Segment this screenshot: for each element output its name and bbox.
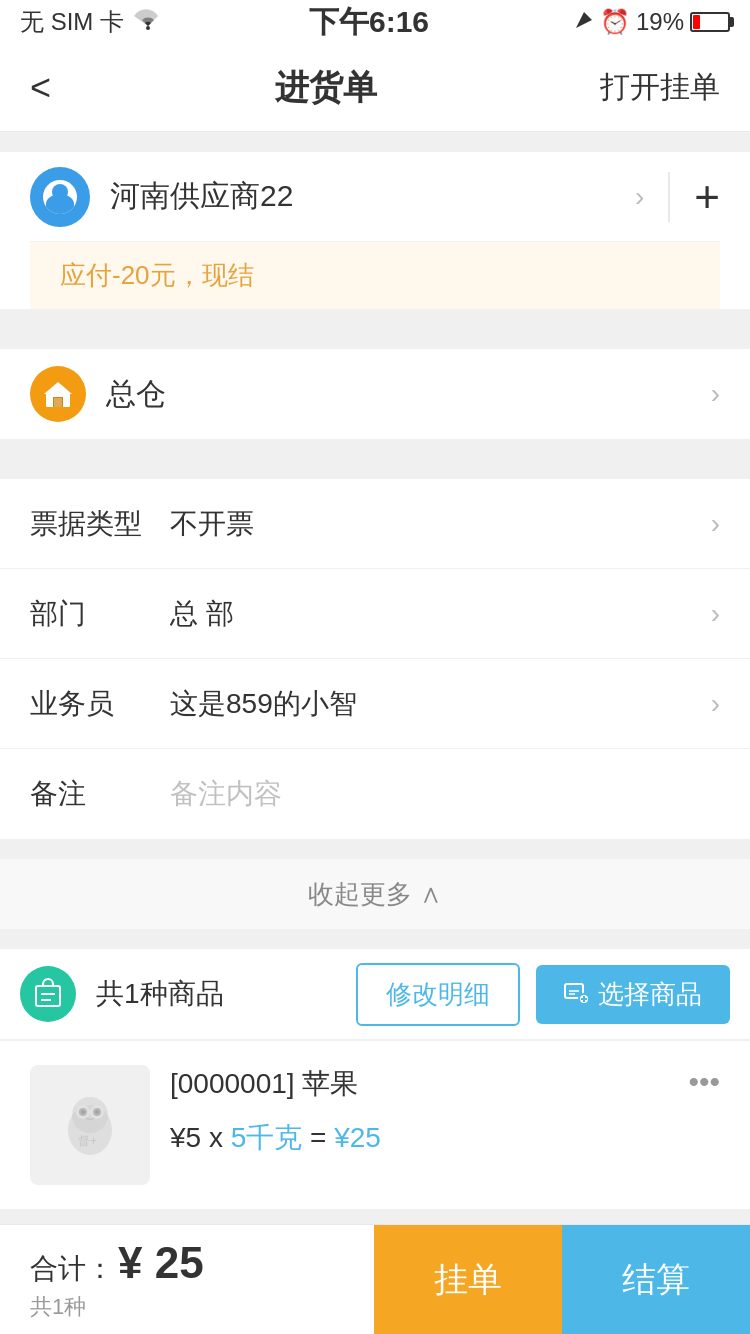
supplier-row[interactable]: 河南供应商22 › +: [30, 152, 720, 242]
total-amount: ¥ 25: [118, 1238, 204, 1288]
wifi-icon: [132, 8, 164, 36]
product-more-button[interactable]: •••: [688, 1065, 720, 1099]
remark-label: 备注: [30, 775, 170, 813]
total-section: 合计： ¥ 25 共1种: [0, 1238, 374, 1322]
svg-marker-3: [44, 382, 72, 394]
supplier-section: 河南供应商22 › + 应付-20元，现结: [0, 152, 750, 309]
edit-detail-button[interactable]: 修改明细: [356, 963, 520, 1026]
pending-button[interactable]: 挂单: [374, 1225, 562, 1335]
supplier-notice: 应付-20元，现结: [30, 242, 720, 309]
svg-point-20: [81, 1110, 85, 1114]
dept-label: 部门: [30, 595, 170, 633]
collapse-bar[interactable]: 收起更多 ∧: [0, 859, 750, 929]
alarm-icon: ⏰: [600, 8, 630, 36]
chevron-right-icon: ›: [711, 378, 720, 410]
nav-bar: < 进货单 打开挂单: [0, 44, 750, 132]
total-label: 合计：: [30, 1250, 114, 1288]
page-title: 进货单: [275, 65, 377, 111]
warehouse-icon: [30, 366, 86, 422]
location-icon: [574, 8, 594, 36]
total-count: 共1种: [30, 1292, 344, 1322]
status-bar: 无 SIM 卡 下午6:16 ⏰ 19%: [0, 0, 750, 44]
select-product-button[interactable]: 选择商品: [536, 965, 730, 1024]
checkout-button[interactable]: 结算: [562, 1225, 750, 1335]
remark-row[interactable]: 备注 备注内容: [0, 749, 750, 839]
warehouse-name: 总仓: [106, 374, 711, 415]
product-item: 督+ [0000001] 苹果 ¥5 x 5千克 = ¥25 •••: [0, 1041, 750, 1209]
product-info: [0000001] 苹果 ¥5 x 5千克 = ¥25: [170, 1065, 668, 1157]
products-header: 共1种商品 修改明细 选择商品: [0, 949, 750, 1039]
section-gap-3: [0, 439, 750, 459]
carrier-text: 无 SIM 卡: [20, 6, 124, 38]
time-display: 下午6:16: [309, 2, 429, 43]
product-price: ¥5 x 5千克 = ¥25: [170, 1119, 668, 1157]
bottom-bar: 合计： ¥ 25 共1种 挂单 结算: [0, 1224, 750, 1334]
svg-text:督+: 督+: [78, 1134, 97, 1148]
battery-percent: 19%: [636, 8, 684, 36]
remark-value[interactable]: 备注内容: [170, 775, 720, 813]
chevron-right-icon: ›: [711, 598, 720, 630]
svg-point-0: [146, 26, 150, 30]
add-supplier-button[interactable]: +: [694, 172, 720, 222]
form-section: 票据类型 不开票 › 部门 总 部 › 业务员 这是859的小智 › 备注 备注…: [0, 479, 750, 839]
status-left: 无 SIM 卡: [20, 6, 164, 38]
svg-rect-7: [36, 986, 60, 1006]
dept-row[interactable]: 部门 总 部 ›: [0, 569, 750, 659]
product-name: [0000001] 苹果: [170, 1065, 668, 1103]
product-thumbnail: 督+: [30, 1065, 150, 1185]
section-gap-1: [0, 132, 750, 152]
chevron-right-icon: ›: [635, 181, 644, 213]
salesman-row[interactable]: 业务员 这是859的小智 ›: [0, 659, 750, 749]
salesman-value: 这是859的小智: [170, 685, 711, 723]
invoice-label: 票据类型: [30, 505, 170, 543]
status-right: ⏰ 19%: [574, 8, 730, 36]
invoice-value: 不开票: [170, 505, 711, 543]
back-button[interactable]: <: [30, 67, 51, 109]
dept-value: 总 部: [170, 595, 711, 633]
products-icon: [20, 966, 76, 1022]
products-count: 共1种商品: [96, 975, 356, 1013]
chevron-right-icon: ›: [711, 508, 720, 540]
warehouse-row[interactable]: 总仓 ›: [30, 349, 720, 439]
svg-point-21: [95, 1110, 99, 1114]
battery-icon: [690, 12, 730, 32]
warehouse-section: 总仓 ›: [0, 349, 750, 439]
supplier-name: 河南供应商22: [110, 176, 635, 217]
section-gap-2: [0, 309, 750, 329]
svg-rect-6: [54, 398, 62, 407]
avatar: [30, 167, 90, 227]
chevron-right-icon: ›: [711, 688, 720, 720]
supplier-divider: [668, 172, 670, 222]
invoice-row[interactable]: 票据类型 不开票 ›: [0, 479, 750, 569]
open-pending-button[interactable]: 打开挂单: [600, 67, 720, 108]
select-product-label: 选择商品: [598, 977, 702, 1012]
salesman-label: 业务员: [30, 685, 170, 723]
svg-marker-1: [576, 12, 592, 28]
